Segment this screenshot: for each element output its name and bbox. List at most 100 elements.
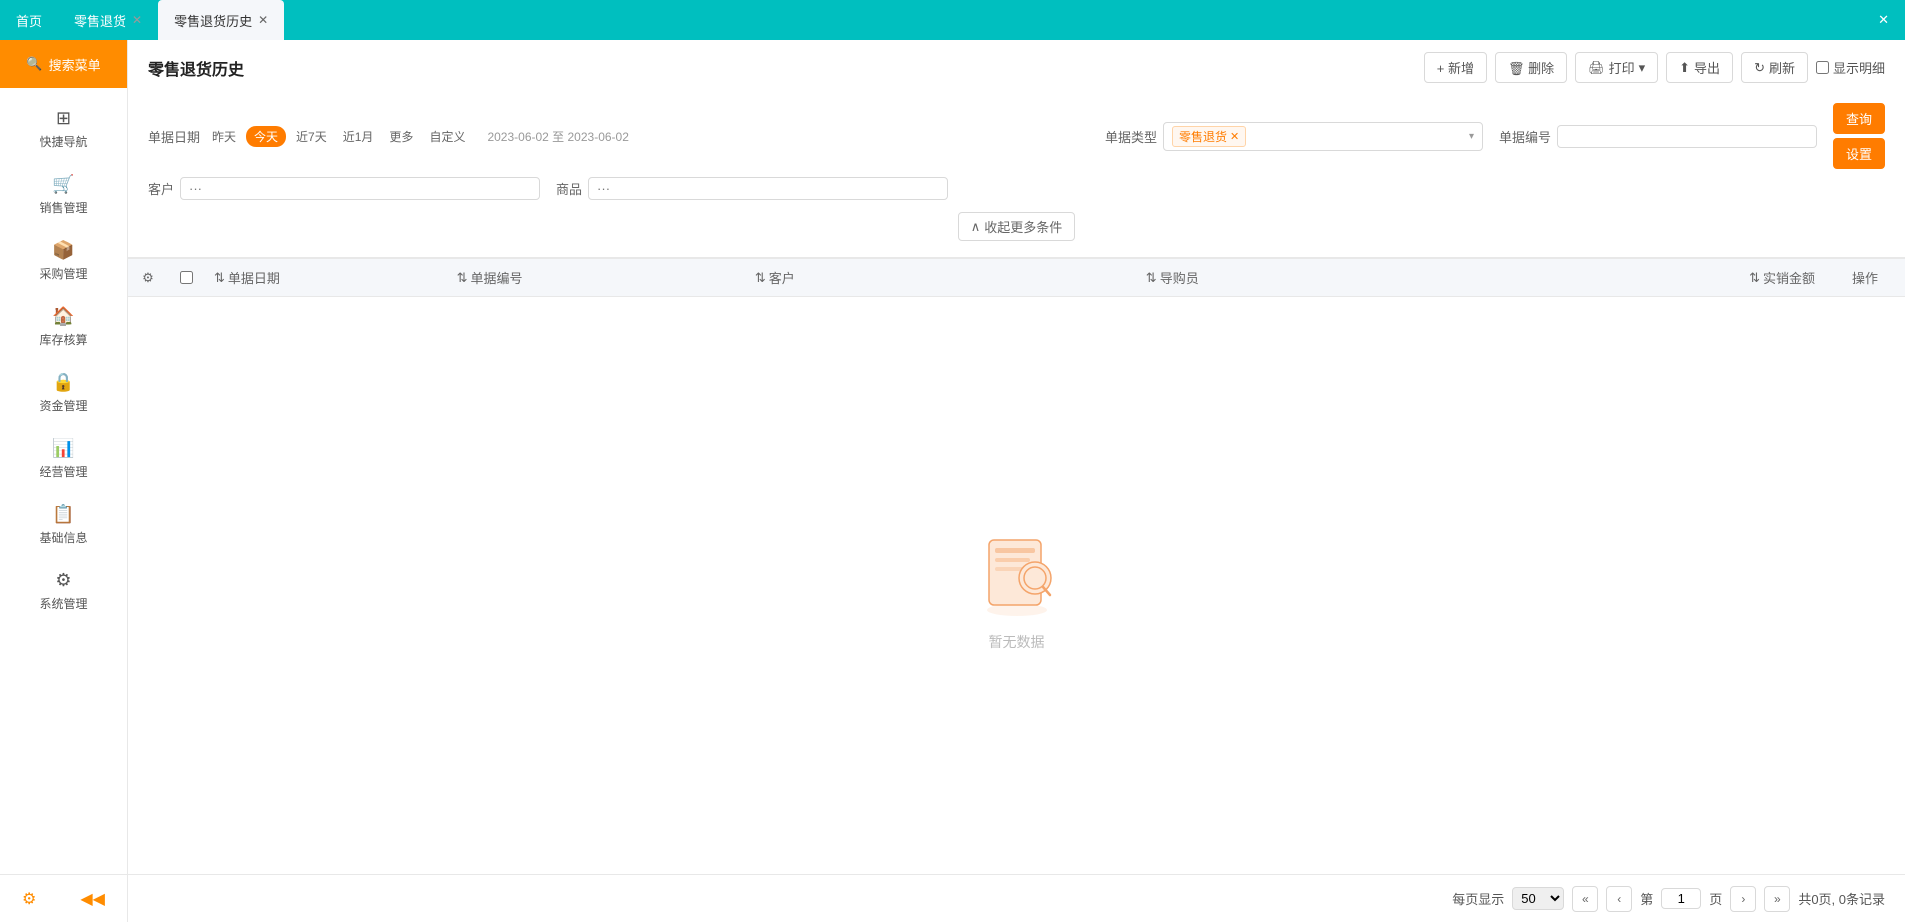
new-button[interactable]: + 新增 (1424, 52, 1487, 83)
sidebar-menu: ⊞ 快捷导航 🛒 销售管理 📦 采购管理 🏠 库存核算 🔒 资金管理 📊 (0, 88, 127, 874)
page-unit: 页 (1709, 889, 1722, 908)
th-no[interactable]: ⇅ 单据编号 (447, 260, 745, 295)
sidebar-item-operations[interactable]: 📊 经营管理 (0, 426, 127, 492)
customer-label: 客户 (148, 179, 174, 198)
current-page-input[interactable] (1661, 888, 1701, 909)
date-btn-custom[interactable]: 自定义 (423, 126, 471, 147)
page-title-row: 零售退货历史 + 新增 🗑 删除 🖨 打印 ▾ ⬆ 导出 ↻ (148, 52, 1885, 83)
date-btn-more[interactable]: 更多 (383, 126, 419, 147)
settings-bottom-btn[interactable]: ⚙ (22, 889, 36, 909)
filter-bill-no: 单据编号 (1499, 125, 1817, 148)
filter-bill-type: 单据类型 零售退货 ✕ ▾ (1105, 122, 1483, 151)
toolbar: + 新增 🗑 删除 🖨 打印 ▾ ⬆ 导出 ↻ 刷新 (1424, 52, 1885, 83)
tag-close-icon[interactable]: ✕ (1230, 130, 1239, 143)
table-header: ⚙ ⇅ 单据日期 ⇅ 单据编号 ⇅ 客户 ⇅ (128, 259, 1905, 297)
refresh-button[interactable]: ↻ 刷新 (1741, 52, 1808, 83)
th-date[interactable]: ⇅ 单据日期 (204, 260, 447, 295)
th-customer[interactable]: ⇅ 客户 (745, 260, 1136, 295)
tab-return-label: 零售退货 (74, 11, 126, 30)
operations-icon: 📊 (52, 438, 74, 459)
display-detail-checkbox[interactable] (1816, 61, 1829, 74)
th-amount[interactable]: ⇅ 实销金额 (1620, 260, 1825, 295)
date-btn-today[interactable]: 今天 (246, 126, 286, 147)
date-btn-yesterday[interactable]: 昨天 (206, 126, 242, 147)
selected-type-text: 零售退货 (1179, 128, 1227, 145)
sidebar-item-label: 经营管理 (39, 463, 87, 480)
th-check[interactable] (168, 263, 204, 292)
filter-customer: 客户 (148, 177, 540, 200)
sidebar-item-purchase[interactable]: 📦 采购管理 (0, 228, 127, 294)
print-button[interactable]: 🖨 打印 ▾ (1575, 52, 1658, 83)
tab-return[interactable]: 零售退货 ✕ (58, 0, 158, 40)
tab-return-history-label: 零售退货历史 (174, 11, 252, 30)
date-btn-7days[interactable]: 近7天 (290, 126, 333, 147)
collapse-filter-btn[interactable]: ∧ 收起更多条件 (958, 212, 1076, 241)
th-gear[interactable]: ⚙ (128, 262, 168, 294)
tab-return-close[interactable]: ✕ (132, 13, 142, 27)
setting-button[interactable]: 设置 (1833, 138, 1885, 169)
first-page-btn[interactable]: « (1572, 886, 1598, 912)
window-close-btn[interactable]: ✕ (1878, 12, 1905, 28)
prev-page-btn[interactable]: ‹ (1606, 886, 1632, 912)
collapse-sidebar-btn[interactable]: ◀◀ (80, 889, 105, 909)
sort-icon: ⇅ (1749, 270, 1760, 286)
th-guide[interactable]: ⇅ 导购员 (1136, 260, 1434, 295)
delete-button[interactable]: 🗑 删除 (1495, 52, 1567, 83)
page-label: 第 (1640, 889, 1653, 908)
sidebar-search[interactable]: 🔍 搜索菜单 (0, 40, 127, 88)
page-size-label: 每页显示 (1452, 889, 1504, 908)
export-button[interactable]: ⬆ 导出 (1666, 52, 1733, 83)
basic-info-icon: 📋 (52, 504, 74, 525)
bill-type-select[interactable]: 零售退货 ✕ ▾ (1163, 122, 1483, 151)
th-no-label: 单据编号 (470, 268, 522, 287)
query-button[interactable]: 查询 (1833, 103, 1885, 134)
last-page-btn[interactable]: » (1764, 886, 1790, 912)
empty-text: 暂无数据 (989, 632, 1045, 652)
page-title: 零售退货历史 (148, 56, 244, 80)
th-amount-label: 实销金额 (1763, 268, 1815, 287)
quick-nav-icon: ⊞ (56, 108, 71, 129)
print-arrow-icon: ▾ (1639, 60, 1646, 76)
tab-home[interactable]: 首页 (0, 0, 58, 40)
filter-row-2: 客户 商品 (148, 177, 1885, 200)
print-icon: 🖨 (1588, 60, 1605, 76)
top-bar: 首页 零售退货 ✕ 零售退货历史 ✕ ✕ (0, 0, 1905, 40)
selected-type-tag: 零售退货 ✕ (1172, 126, 1246, 147)
tab-return-history[interactable]: 零售退货历史 ✕ (158, 0, 284, 40)
filter-area: 单据日期 昨天 今天 近7天 近1月 更多 自定义 2023-06-02 至 2… (148, 95, 1885, 257)
customer-input[interactable] (180, 177, 540, 200)
date-btn-1month[interactable]: 近1月 (337, 126, 380, 147)
next-page-btn[interactable]: › (1730, 886, 1756, 912)
table-area: ⚙ ⇅ 单据日期 ⇅ 单据编号 ⇅ 客户 ⇅ (128, 258, 1905, 874)
bill-no-label: 单据编号 (1499, 127, 1551, 146)
page-size-select[interactable]: 20 50 100 (1512, 887, 1564, 910)
sidebar-item-sales[interactable]: 🛒 销售管理 (0, 162, 127, 228)
sidebar: 🔍 搜索菜单 ⊞ 快捷导航 🛒 销售管理 📦 采购管理 🏠 库存核算 🔒 (0, 40, 128, 922)
collapse-label: 收起更多条件 (984, 217, 1062, 236)
column-settings-icon[interactable]: ⚙ (142, 270, 154, 286)
export-label: 导出 (1694, 58, 1720, 77)
th-date-label: 单据日期 (228, 268, 280, 287)
sidebar-item-quick-nav[interactable]: ⊞ 快捷导航 (0, 96, 127, 162)
select-all-checkbox[interactable] (180, 271, 193, 284)
display-detail-label: 显示明细 (1816, 58, 1885, 77)
sidebar-item-label: 库存核算 (39, 331, 87, 348)
th-guide-label: 导购员 (1160, 268, 1199, 287)
tab-home-label: 首页 (16, 11, 42, 30)
search-icon: 🔍 (26, 56, 42, 72)
sidebar-item-label: 快捷导航 (39, 133, 87, 150)
sidebar-item-finance[interactable]: 🔒 资金管理 (0, 360, 127, 426)
tab-return-history-close[interactable]: ✕ (258, 13, 268, 27)
tab-list: 首页 零售退货 ✕ 零售退货历史 ✕ (0, 0, 1878, 40)
chevron-down-icon: ▾ (1469, 131, 1474, 142)
filter-bill-date: 单据日期 昨天 今天 近7天 近1月 更多 自定义 (148, 126, 471, 147)
sort-icon: ⇅ (1146, 270, 1157, 286)
goods-input[interactable] (588, 177, 948, 200)
sidebar-item-system[interactable]: ⚙ 系统管理 (0, 558, 127, 624)
sidebar-item-basic-info[interactable]: 📋 基础信息 (0, 492, 127, 558)
display-detail-text: 显示明细 (1833, 58, 1885, 77)
date-group: 昨天 今天 近7天 近1月 更多 自定义 (206, 126, 471, 147)
sidebar-item-inventory[interactable]: 🏠 库存核算 (0, 294, 127, 360)
sidebar-item-label: 资金管理 (39, 397, 87, 414)
bill-no-input[interactable] (1557, 125, 1817, 148)
